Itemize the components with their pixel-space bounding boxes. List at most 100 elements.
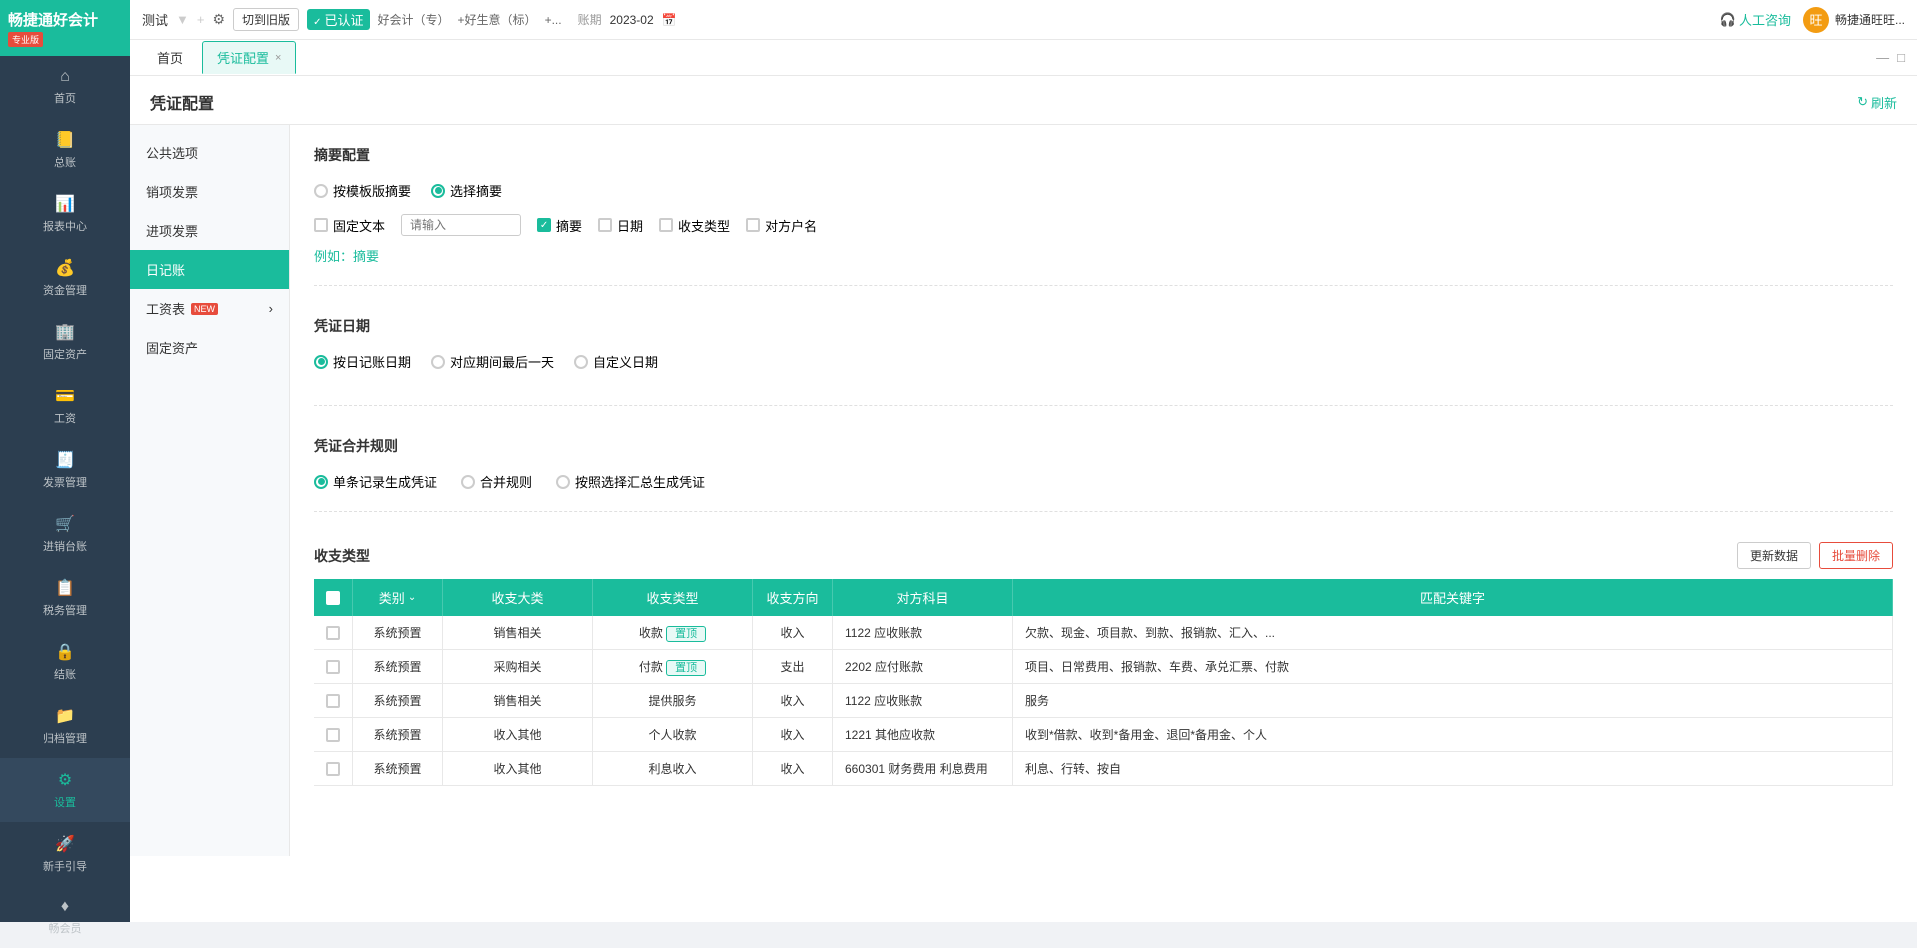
row-checkbox-4[interactable] xyxy=(314,752,353,786)
row-type-3: 系统预置 xyxy=(353,718,443,752)
ledger-icon: 📒 xyxy=(55,130,75,150)
sidebar-item-close[interactable]: 🔒 结账 xyxy=(0,630,130,694)
checkbox-fixed-text[interactable]: 固定文本 xyxy=(314,216,385,235)
salary-icon: 💳 xyxy=(55,386,75,406)
row-tag-1[interactable]: 置顶 xyxy=(666,660,706,676)
radio-period-last[interactable]: 对应期间最后一天 xyxy=(431,352,554,371)
update-data-btn[interactable]: 更新数据 xyxy=(1737,542,1811,569)
topbar-gear-icon[interactable]: ⚙ xyxy=(212,11,225,28)
certified-tag: ✓ 已认证 xyxy=(307,9,369,30)
sidebar-item-report[interactable]: 📊 报表中心 xyxy=(0,182,130,246)
radio-custom-date[interactable]: 自定义日期 xyxy=(574,352,658,371)
radio-journal-date[interactable]: 按日记账日期 xyxy=(314,352,411,371)
sidebar-item-home[interactable]: ⌂ 首页 xyxy=(0,56,130,118)
topbar-right: 🎧 人工咨询 旺 畅捷通旺旺... xyxy=(1720,7,1905,33)
row-checkbox-0[interactable] xyxy=(314,616,353,650)
radio-merge-rule[interactable]: 合并规则 xyxy=(461,472,532,491)
tab-close-btn[interactable]: × xyxy=(275,52,281,64)
left-nav-public[interactable]: 公共选项 xyxy=(130,133,289,172)
left-nav-purchase-invoice[interactable]: 进项发票 xyxy=(130,211,289,250)
sidebar-item-purchase[interactable]: 🛒 进销台账 xyxy=(0,502,130,566)
row-tag-0[interactable]: 置顶 xyxy=(666,626,706,642)
fixed-text-input[interactable] xyxy=(401,214,521,236)
th-checkbox xyxy=(314,579,353,616)
invoice-icon: 🧾 xyxy=(55,450,75,470)
sidebar-item-ledger[interactable]: 📒 总账 xyxy=(0,118,130,182)
radio-custom-circle xyxy=(574,355,588,369)
th-income-type: 收支类型 xyxy=(593,579,753,616)
close-period-icon: 🔒 xyxy=(55,642,75,662)
maximize-icon[interactable]: □ xyxy=(1897,50,1905,65)
sidebar-item-salary[interactable]: 💳 工资 xyxy=(0,374,130,438)
row-keywords-3: 收到*借款、收到*备用金、退回*备用金、个人 xyxy=(1013,718,1893,752)
service-btn[interactable]: 🎧 人工咨询 xyxy=(1720,10,1791,29)
table-action-bar: 更新数据 批量删除 xyxy=(1737,542,1893,569)
radio-template-summary[interactable]: 按模板版摘要 xyxy=(314,181,411,200)
row-account-1: 2202 应付账款 xyxy=(833,650,1013,684)
income-expense-table: 类别 ⌄ 收支大类 收支类型 xyxy=(314,579,1893,786)
sidebar-item-invoice[interactable]: 🧾 发票管理 xyxy=(0,438,130,502)
summary-config-section: 摘要配置 按模板版摘要 选择摘要 xyxy=(314,145,1893,286)
sidebar-item-guide[interactable]: 🚀 新手引导 xyxy=(0,822,130,886)
topbar-plus-icon[interactable]: + xyxy=(197,12,205,27)
batch-delete-btn[interactable]: 批量删除 xyxy=(1819,542,1893,569)
th-select-all[interactable] xyxy=(326,591,340,605)
radio-select-summary[interactable]: 选择摘要 xyxy=(431,181,502,200)
table-row: 系统预置 销售相关 提供服务 收入 1122 应收账款 服务 xyxy=(314,684,1893,718)
summary-checkboxes: 固定文本 ✓ 摘要 日期 xyxy=(314,214,1893,236)
left-nav: 公共选项 销项发票 进项发票 日记账 工资表 NEW xyxy=(130,125,290,856)
table-row: 系统预置 销售相关 收款 置顶 收入 1122 应收账款 欠款、现金、项目款、到… xyxy=(314,616,1893,650)
checkbox-income-type-box xyxy=(659,218,673,232)
period-value: 2023-02 xyxy=(610,13,654,27)
row-direction-0: 收入 xyxy=(753,616,833,650)
row-income-type-1: 付款 置顶 xyxy=(593,650,753,684)
row-income-type-0: 收款 置顶 xyxy=(593,616,753,650)
checkbox-income-type[interactable]: 收支类型 xyxy=(659,216,730,235)
row-checkbox-1[interactable] xyxy=(314,650,353,684)
radio-total-generate[interactable]: 按照选择汇总生成凭证 xyxy=(556,472,705,491)
refresh-btn[interactable]: ↻ 刷新 xyxy=(1857,93,1897,112)
voucher-date-section: 凭证日期 按日记账日期 对应期间最后一天 xyxy=(314,316,1893,406)
row-account-2: 1122 应收账款 xyxy=(833,684,1013,718)
row-major-2: 销售相关 xyxy=(443,684,593,718)
sort-icon: ⌄ xyxy=(408,592,416,603)
row-income-type-2: 提供服务 xyxy=(593,684,753,718)
sidebar-item-tax[interactable]: 📋 税务管理 xyxy=(0,566,130,630)
minimize-icon[interactable]: — xyxy=(1876,50,1889,65)
tab-home[interactable]: 首页 xyxy=(142,41,198,74)
row-major-3: 收入其他 xyxy=(443,718,593,752)
calendar-icon[interactable]: 📅 xyxy=(662,13,677,27)
left-nav-sales-invoice[interactable]: 销项发票 xyxy=(130,172,289,211)
row-direction-3: 收入 xyxy=(753,718,833,752)
row-checkbox-3[interactable] xyxy=(314,718,353,752)
sidebar-item-assets[interactable]: 🏢 固定资产 xyxy=(0,310,130,374)
user-info: 旺 畅捷通旺旺... xyxy=(1803,7,1905,33)
table-row: 系统预置 收入其他 个人收款 收入 1221 其他应收款 收到*借款、收到*备用… xyxy=(314,718,1893,752)
left-nav-journal[interactable]: 日记账 xyxy=(130,250,289,289)
summary-config-title: 摘要配置 xyxy=(314,145,1893,165)
table-row: 系统预置 收入其他 利息收入 收入 660301 财务费用 利息费用 利息、行转… xyxy=(314,752,1893,786)
sidebar-item-archive[interactable]: 📁 归档管理 xyxy=(0,694,130,758)
merge-rules-section: 凭证合并规则 单条记录生成凭证 合并规则 xyxy=(314,436,1893,512)
radio-single-record[interactable]: 单条记录生成凭证 xyxy=(314,472,437,491)
settings-icon: ⚙ xyxy=(58,770,72,790)
left-nav-fixed-assets[interactable]: 固定资产 xyxy=(130,328,289,367)
checkbox-date[interactable]: 日期 xyxy=(598,216,643,235)
switch-version-btn[interactable]: 切到旧版 xyxy=(233,8,299,31)
checkbox-counterparty[interactable]: 对方户名 xyxy=(746,216,817,235)
right-content: 摘要配置 按模板版摘要 选择摘要 xyxy=(290,125,1917,856)
sidebar-item-settings[interactable]: ⚙ 设置 xyxy=(0,758,130,822)
th-account: 对方科目 xyxy=(833,579,1013,616)
sidebar-item-fund[interactable]: 💰 资金管理 xyxy=(0,246,130,310)
checkbox-summary[interactable]: ✓ 摘要 xyxy=(537,216,582,235)
checkbox-summary-box: ✓ xyxy=(537,218,551,232)
left-nav-payroll[interactable]: 工资表 NEW › xyxy=(130,289,289,328)
tab-voucher-config[interactable]: 凭证配置 × xyxy=(202,41,296,74)
sidebar-item-member[interactable]: ♦ 畅会员 xyxy=(0,886,130,948)
topbar-dropdown-icon[interactable]: ▼ xyxy=(176,12,189,27)
row-checkbox-2[interactable] xyxy=(314,684,353,718)
company-name: 测试 xyxy=(142,10,168,29)
checkbox-counterparty-box xyxy=(746,218,760,232)
sidebar: 畅捷通好会计 专业版 ⌂ 首页 📒 总账 📊 报表中心 💰 资金管理 🏢 固定资… xyxy=(0,0,130,922)
row-income-type-3: 个人收款 xyxy=(593,718,753,752)
